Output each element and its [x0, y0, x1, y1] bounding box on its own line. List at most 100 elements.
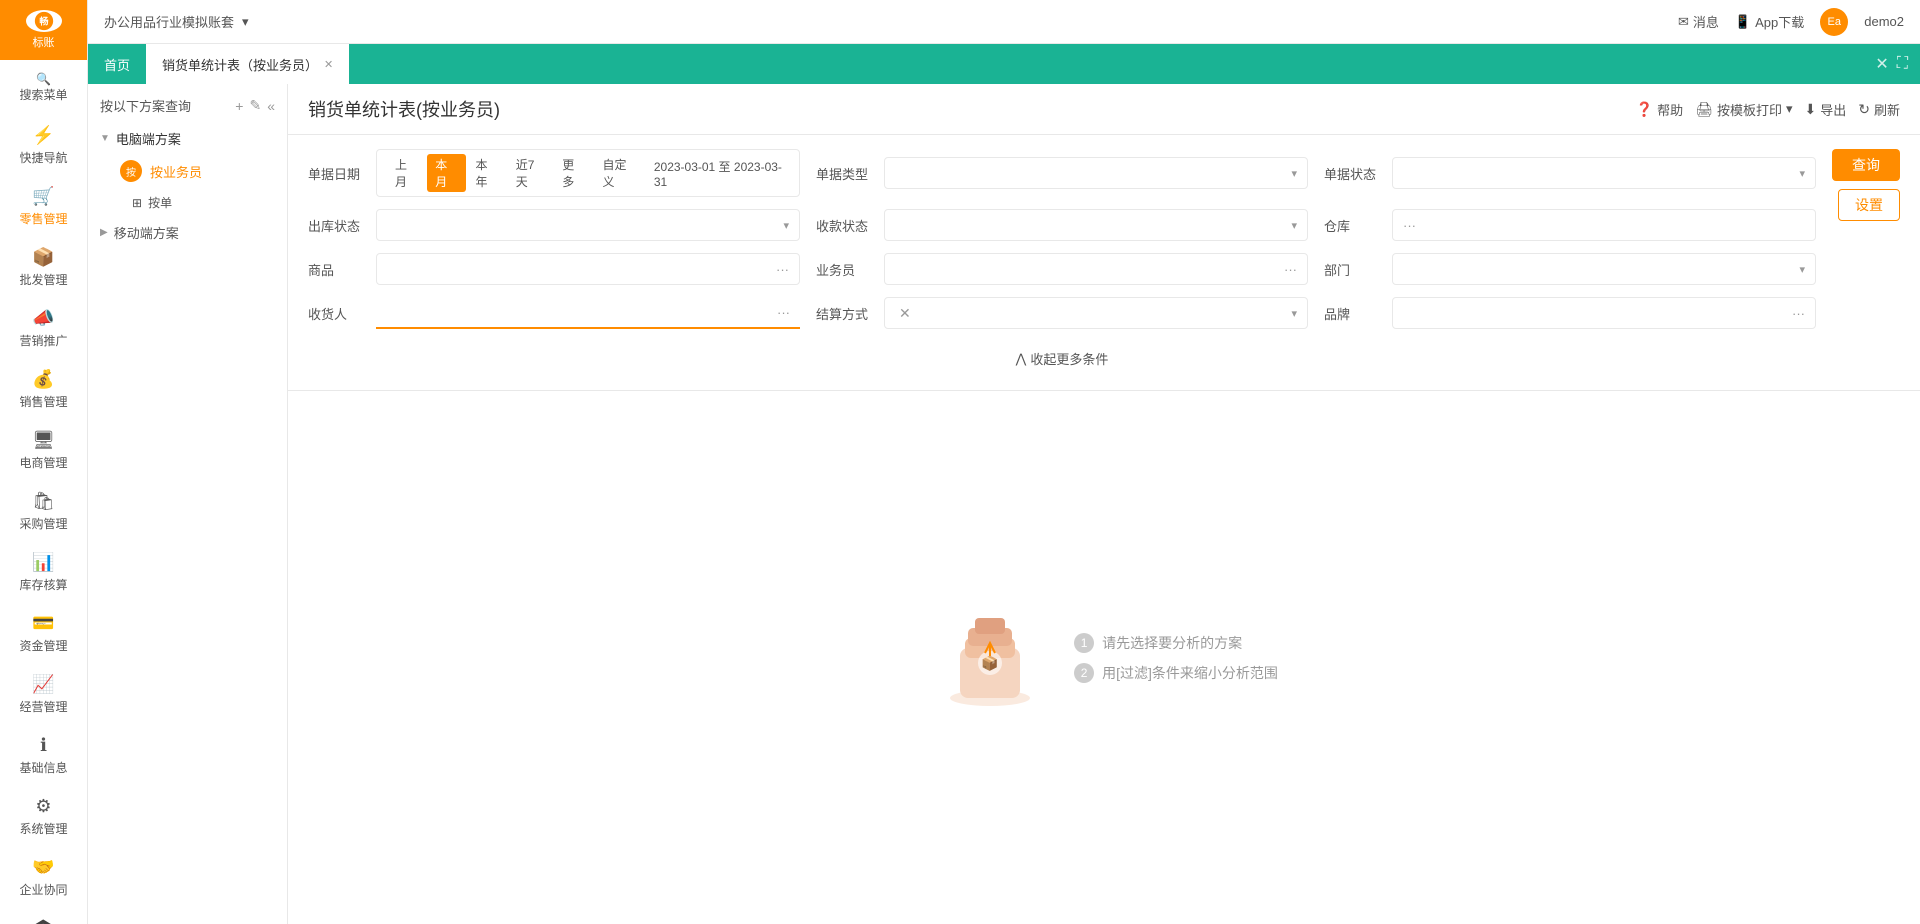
filter-item-goods: 商品 ···: [308, 253, 800, 285]
print-dropdown-icon[interactable]: ▾: [1786, 101, 1793, 117]
content-area: 按以下方案查询 + ✎ « ▼ 电脑端方案 按 按业务员 ⊞ 按单: [88, 84, 1920, 924]
refresh-icon: ↻: [1858, 101, 1870, 118]
sidebar-item-inventory[interactable]: 📊 库存核算: [0, 542, 87, 603]
app-download-btn[interactable]: 📱 App下载: [1735, 12, 1804, 31]
date-tab-custom[interactable]: 自定义: [594, 154, 643, 192]
sidebar-item-purchase[interactable]: 🛍 采购管理: [0, 481, 87, 542]
sidebar-item-basic[interactable]: ℹ 基础信息: [0, 725, 87, 786]
dept-dropdown-icon: ▾: [1799, 263, 1805, 276]
tip-num-1: 1: [1074, 633, 1094, 653]
consignee-dots: ···: [777, 305, 790, 320]
purchase-icon: 🛍: [32, 491, 55, 512]
sidebar-item-enterprise[interactable]: 🤝 企业协同: [0, 847, 87, 908]
filter-row-2: 出库状态 ▾ 收款状态 ▾: [308, 209, 1816, 241]
brand-label: 品牌: [1324, 304, 1384, 323]
date-filter-control[interactable]: 上月 本月 本年 近7天 更多 自定义 2023-03-01 至 2023-03…: [376, 149, 800, 197]
filter-cols: 单据日期 上月 本月 本年 近7天 更多 自定义: [308, 149, 1816, 376]
sidebar-item-ecommerce[interactable]: 🖥 电商管理: [0, 420, 87, 481]
left-panel: 按以下方案查询 + ✎ « ▼ 电脑端方案 按 按业务员 ⊞ 按单: [88, 84, 288, 924]
sidebar-item-marketing[interactable]: 📣 营销推广: [0, 298, 87, 359]
order-status-control[interactable]: ▾: [1392, 157, 1816, 189]
sidebar-item-label: 系统管理: [19, 820, 67, 837]
logo-area: 畅 标账: [0, 0, 87, 60]
tab-close-icon[interactable]: ✕: [324, 58, 333, 71]
sidebar-item-quicknav[interactable]: ⚡ 快捷导航: [0, 115, 87, 176]
user-avatar[interactable]: Ea: [1820, 8, 1848, 36]
inventory-icon: 📊: [32, 552, 54, 573]
print-btn[interactable]: 🖨 按模板打印 ▾: [1695, 100, 1792, 119]
home-tab-label: 首页: [104, 55, 130, 74]
consignee-label: 收货人: [308, 304, 368, 323]
tab-close-window-icon[interactable]: ✕: [1875, 54, 1888, 74]
salesperson-label: 业务员: [816, 260, 876, 279]
refresh-btn[interactable]: ↻ 刷新: [1858, 100, 1900, 119]
date-tab-this-year[interactable]: 本年: [468, 154, 506, 192]
sub-item-label: 按单: [148, 194, 172, 211]
settle-control[interactable]: ✕ ▾: [884, 297, 1308, 329]
message-btn[interactable]: ✉ 消息: [1678, 12, 1719, 31]
consignee-control[interactable]: ···: [376, 297, 800, 329]
order-type-control[interactable]: ▾: [884, 157, 1308, 189]
filter-item-salesperson: 业务员 ···: [816, 253, 1308, 285]
scheme-sub-item-by-order[interactable]: ⊞ 按单: [96, 188, 279, 217]
sidebar-item-newbie[interactable]: 🎓 新手引导: [0, 908, 87, 924]
brand-control[interactable]: ···: [1392, 297, 1816, 329]
help-label: 帮助: [1657, 100, 1683, 119]
filter-item-settle: 结算方式 ✕ ▾: [816, 297, 1308, 329]
date-tab-last-7-days[interactable]: 近7天: [508, 154, 552, 192]
date-tab-more[interactable]: 更多: [554, 154, 592, 192]
full-filter-row: 单据日期 上月 本月 本年 近7天 更多 自定义: [308, 149, 1900, 376]
sidebar-item-system[interactable]: ⚙ 系统管理: [0, 786, 87, 847]
filter-row-1: 单据日期 上月 本月 本年 近7天 更多 自定义: [308, 149, 1816, 197]
sidebar-item-retail[interactable]: 🛒 零售管理: [0, 176, 87, 237]
message-icon: ✉: [1678, 14, 1689, 30]
chevron-right-icon: ▶: [100, 227, 108, 238]
order-status-dropdown-icon: ▾: [1799, 167, 1805, 180]
goods-control[interactable]: ···: [376, 253, 800, 285]
payment-status-control[interactable]: ▾: [884, 209, 1308, 241]
sidebar-item-label: 营销推广: [19, 332, 67, 349]
export-btn[interactable]: ⬇ 导出: [1805, 100, 1847, 119]
settle-clear-btn[interactable]: ✕: [895, 305, 915, 322]
sidebar-item-label: 企业协同: [19, 881, 67, 898]
sidebar-item-finance[interactable]: 💳 资金管理: [0, 603, 87, 664]
filter-row-4: 收货人 ··· 结算方式 ✕ ▾: [308, 297, 1816, 329]
filter-item-consignee: 收货人 ···: [308, 297, 800, 329]
salesperson-control[interactable]: ···: [884, 253, 1308, 285]
warehouse-label: 仓库: [1324, 216, 1384, 235]
collapse-btn[interactable]: ⋀ 收起更多条件: [1016, 349, 1109, 368]
scheme-group-desktop-title[interactable]: ▼ 电脑端方案: [96, 123, 279, 154]
warehouse-control[interactable]: ···: [1392, 209, 1816, 241]
sidebar-item-operations[interactable]: 📈 经营管理: [0, 664, 87, 725]
topbar: 办公用品行业模拟账套 ▾ ✉ 消息 📱 App下载 Ea demo2: [88, 0, 1920, 44]
sidebar-item-sales[interactable]: 💰 销售管理: [0, 359, 87, 420]
out-status-control[interactable]: ▾: [376, 209, 800, 241]
date-tab-last-month[interactable]: 上月: [387, 154, 425, 192]
dept-control[interactable]: ▾: [1392, 253, 1816, 285]
edit-scheme-icon[interactable]: ✎: [249, 97, 261, 114]
sidebar-search-item[interactable]: 🔍 搜索菜单: [0, 60, 87, 115]
filter-item-brand: 品牌 ···: [1324, 297, 1816, 329]
enterprise-icon: 🤝: [32, 857, 54, 878]
filter-item-warehouse: 仓库 ···: [1324, 209, 1816, 241]
tab-home[interactable]: 首页: [88, 44, 146, 84]
mobile-group-title[interactable]: ▶ 移动端方案: [96, 217, 279, 248]
tab-sales-stats[interactable]: 销货单统计表（按业务员） ✕: [146, 44, 349, 84]
query-btn[interactable]: 查询: [1832, 149, 1900, 181]
topbar-dropdown-icon[interactable]: ▾: [242, 14, 249, 30]
sidebar-item-wholesale[interactable]: 📦 批发管理: [0, 237, 87, 298]
scheme-item-by-salesperson[interactable]: 按 按业务员: [96, 154, 279, 188]
logo-text: 标账: [33, 34, 55, 50]
tab-maximize-icon[interactable]: ⛶: [1897, 55, 1908, 73]
collapse-row: ⋀ 收起更多条件: [308, 341, 1816, 376]
date-tabs: 上月 本月 本年 近7天 更多 自定义: [387, 154, 644, 192]
setting-btn[interactable]: 设置: [1838, 189, 1900, 221]
help-btn[interactable]: ❓ 帮助: [1636, 100, 1683, 119]
chevron-down-icon: ▼: [100, 133, 110, 144]
add-scheme-icon[interactable]: +: [235, 98, 243, 114]
date-tab-this-month[interactable]: 本月: [427, 154, 465, 192]
print-label: 按模板打印: [1717, 100, 1782, 119]
collapse-panel-icon[interactable]: «: [267, 98, 275, 114]
app-download-label: App下载: [1755, 12, 1804, 31]
out-status-label: 出库状态: [308, 216, 368, 235]
